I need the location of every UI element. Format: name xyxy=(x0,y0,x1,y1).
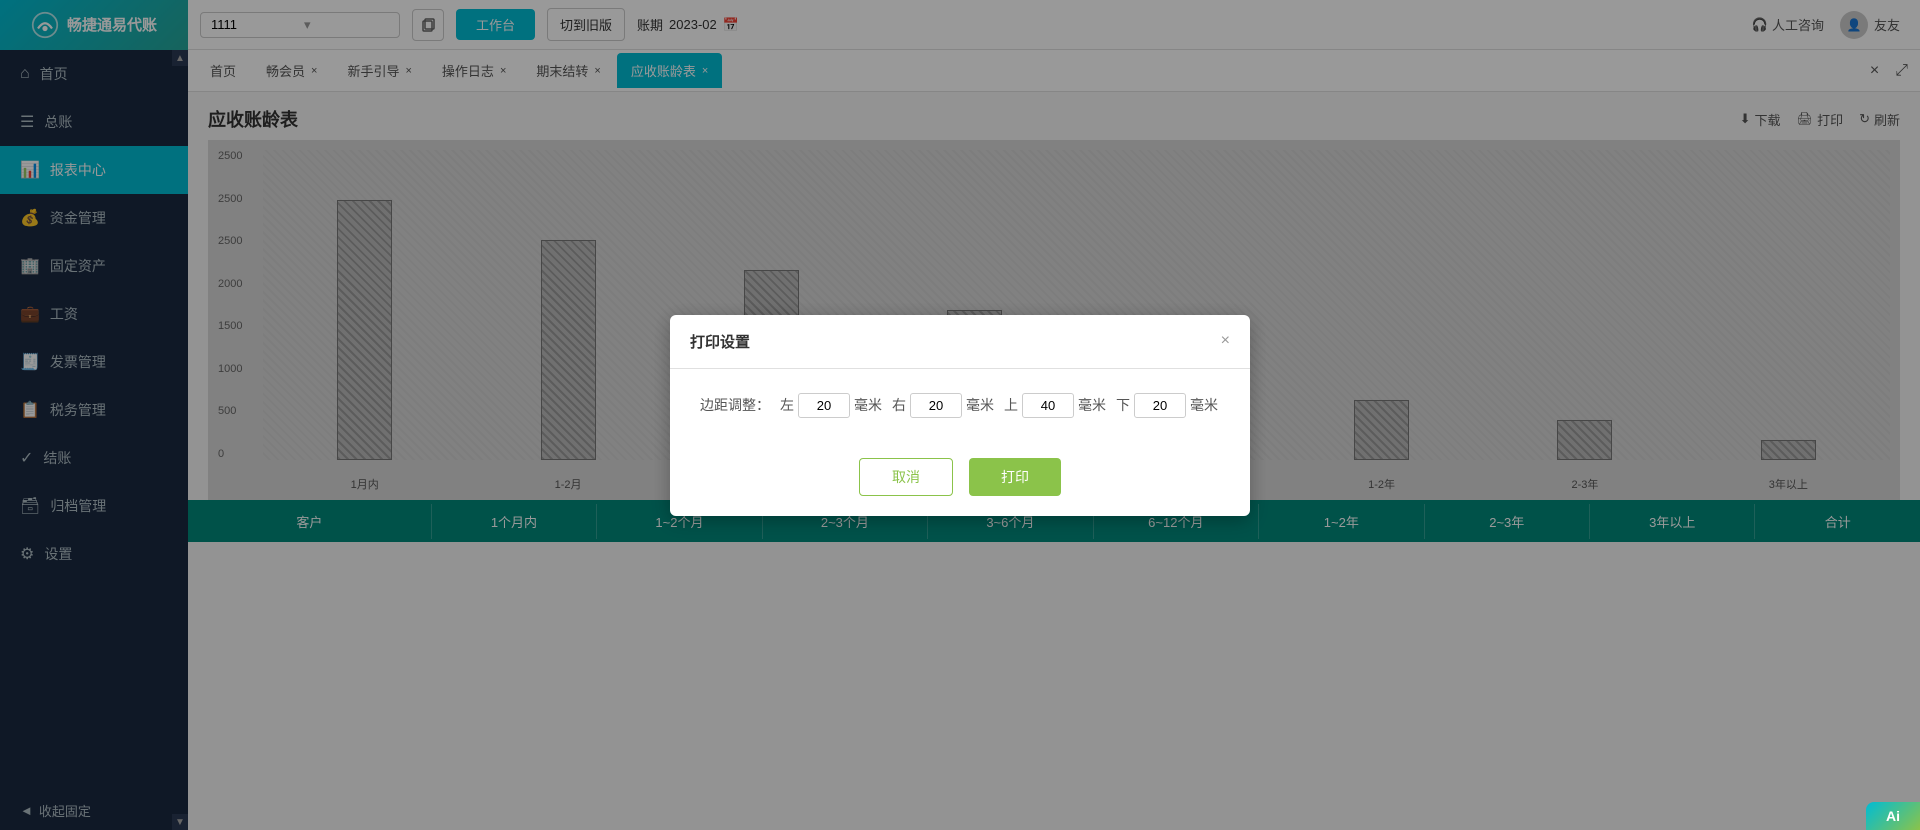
bottom-input[interactable] xyxy=(1134,393,1186,418)
margin-top-group: 上 毫米 xyxy=(1004,393,1106,418)
dialog-footer: 取消 打印 xyxy=(670,442,1250,516)
top-input[interactable] xyxy=(1022,393,1074,418)
margin-bottom-group: 下 毫米 xyxy=(1116,393,1218,418)
dialog-header: 打印设置 × xyxy=(670,315,1250,369)
left-label: 左 xyxy=(780,395,794,415)
margin-right-group: 右 毫米 xyxy=(892,393,994,418)
modal-overlay: 打印设置 × 边距调整： 左 毫米 右 毫米 上 毫米 xyxy=(0,0,1920,830)
right-label: 右 xyxy=(892,395,906,415)
top-unit: 毫米 xyxy=(1078,395,1106,415)
cancel-button[interactable]: 取消 xyxy=(859,458,953,496)
dialog-close-button[interactable]: × xyxy=(1221,332,1230,350)
dialog-title: 打印设置 xyxy=(690,331,750,352)
right-unit: 毫米 xyxy=(966,395,994,415)
top-label: 上 xyxy=(1004,395,1018,415)
bottom-label: 下 xyxy=(1116,395,1130,415)
bottom-unit: 毫米 xyxy=(1190,395,1218,415)
margin-left-group: 左 毫米 xyxy=(780,393,882,418)
left-unit: 毫米 xyxy=(854,395,882,415)
left-input[interactable] xyxy=(798,393,850,418)
print-settings-dialog: 打印设置 × 边距调整： 左 毫米 右 毫米 上 毫米 xyxy=(670,315,1250,516)
right-input[interactable] xyxy=(910,393,962,418)
ai-badge[interactable]: Ai xyxy=(1866,802,1920,830)
margin-row: 边距调整： 左 毫米 右 毫米 上 毫米 下 xyxy=(700,393,1220,418)
confirm-print-button[interactable]: 打印 xyxy=(969,458,1061,496)
margin-adjust-label: 边距调整： xyxy=(700,395,770,415)
dialog-body: 边距调整： 左 毫米 右 毫米 上 毫米 下 xyxy=(670,369,1250,442)
